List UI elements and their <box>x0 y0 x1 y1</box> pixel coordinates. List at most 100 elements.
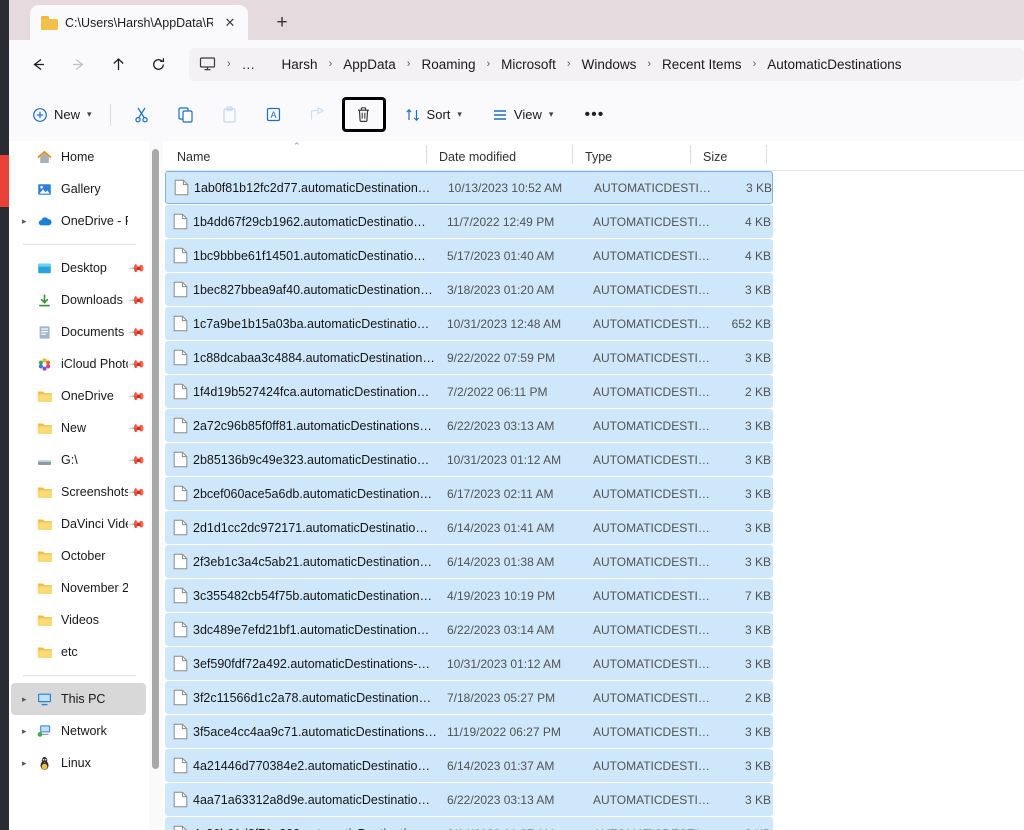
sidebar-item-screenshots[interactable]: ▸ Screenshots 📌 <box>11 476 146 508</box>
table-row[interactable]: 3ef590fdf72a492.automaticDestinations-…1… <box>165 647 773 680</box>
navigation-pane-scrollbar[interactable] <box>149 141 163 830</box>
sidebar-item-onedrive-folder[interactable]: ▸ OneDrive 📌 <box>11 380 146 412</box>
column-divider[interactable] <box>766 145 767 164</box>
column-header-date-modified[interactable]: Date modified <box>427 140 573 170</box>
pin-icon: 📌 <box>126 321 148 343</box>
chevron-right-icon[interactable]: ▸ <box>22 726 37 737</box>
back-button[interactable] <box>21 47 55 81</box>
breadcrumb-item-recent-items[interactable]: Recent Items <box>660 54 744 75</box>
pin-icon: 📌 <box>126 417 148 439</box>
sidebar-item-november-2023[interactable]: ▸ November 2023 <box>11 572 146 604</box>
table-row[interactable]: 2d1d1cc2dc972171.automaticDestinatio…6/1… <box>165 511 773 544</box>
column-header-type[interactable]: Type <box>573 140 691 170</box>
breadcrumb-item-automaticdestinations[interactable]: AutomaticDestinations <box>765 54 903 75</box>
table-row[interactable]: 4aa71a63312a8d9e.automaticDestinatio…6/2… <box>165 783 773 816</box>
sidebar-item-label: This PC <box>57 692 128 706</box>
breadcrumb-item-microsoft[interactable]: Microsoft <box>499 54 558 75</box>
table-row[interactable]: 3c355482cb54f75b.automaticDestination…4/… <box>165 579 773 612</box>
address-bar-breadcrumb[interactable]: › … Harsh › AppData › Roaming › Microsof… <box>189 48 1024 81</box>
refresh-button[interactable] <box>141 47 175 81</box>
chevron-right-icon[interactable]: ▸ <box>22 758 37 769</box>
table-row[interactable]: 2f3eb1c3a4c5ab21.automaticDestination…6/… <box>165 545 773 578</box>
table-row[interactable]: 1f4d19b527424fca.automaticDestination…7/… <box>165 375 773 408</box>
up-button[interactable] <box>101 47 135 81</box>
table-row[interactable]: 1bc9bbbe61f14501.automaticDestinatio…5/1… <box>165 239 773 272</box>
sidebar-item-downloads[interactable]: ▸ Downloads 📌 <box>11 284 146 316</box>
table-row[interactable]: 4a21446d770384e2.automaticDestinatio…6/1… <box>165 749 773 782</box>
file-icon <box>165 485 189 502</box>
file-icon <box>165 213 189 230</box>
table-row[interactable]: 3f5ace4cc4aa9c71.automaticDestinations…1… <box>165 715 773 748</box>
delete-button[interactable] <box>342 97 386 132</box>
sidebar-item-gallery[interactable]: ▸ Gallery <box>11 173 146 205</box>
table-row[interactable]: 1ab0f81b12fc2d77.automaticDestination…10… <box>165 171 773 204</box>
breadcrumb-item-appdata[interactable]: AppData <box>341 54 398 75</box>
table-row[interactable]: 1bec827bbea9af40.automaticDestination…3/… <box>165 273 773 306</box>
file-icon <box>165 281 189 298</box>
folder-icon <box>37 390 57 403</box>
file-date-cell: 6/22/2023 03:14 AM <box>447 623 593 637</box>
sidebar-item-documents[interactable]: ▸ Documents 📌 <box>11 316 146 348</box>
close-icon[interactable]: ✕ <box>220 13 240 33</box>
sidebar-item-label: New <box>57 421 128 435</box>
table-row[interactable]: 3f2c11566d1c2a78.automaticDestination…7/… <box>165 681 773 714</box>
sidebar-item-october[interactable]: ▸ October <box>11 540 146 572</box>
column-header-size[interactable]: Size <box>691 140 767 170</box>
table-row[interactable]: 1c88dcabaa3c4884.automaticDestination…9/… <box>165 341 773 374</box>
gallery-icon <box>37 182 57 197</box>
folder-icon <box>37 646 57 659</box>
desktop-background-strip <box>0 0 9 830</box>
chevron-right-icon[interactable]: ▸ <box>22 216 37 227</box>
file-icon <box>165 519 189 536</box>
copy-button[interactable] <box>166 98 206 131</box>
file-name-cell: 1bec827bbea9af40.automaticDestination… <box>189 283 447 297</box>
table-row[interactable]: 4c26b61d3f71a283.automaticDestination…6/… <box>165 817 773 830</box>
sidebar-item-network[interactable]: ▸ Network <box>11 715 146 747</box>
breadcrumb-separator: › <box>638 58 660 70</box>
sidebar-item-new[interactable]: ▸ New 📌 <box>11 412 146 444</box>
column-header-label: Size <box>691 150 727 164</box>
table-row[interactable]: 1c7a9be1b15a03ba.automaticDestinatio…10/… <box>165 307 773 340</box>
table-row[interactable]: 3dc489e7efd21bf1.automaticDestination…6/… <box>165 613 773 646</box>
breadcrumb-item-windows[interactable]: Windows <box>580 54 639 75</box>
sidebar-item-desktop[interactable]: ▸ Desktop 📌 <box>11 252 146 284</box>
sidebar-item-this-pc[interactable]: ▸ This PC <box>11 683 146 715</box>
sort-button[interactable]: Sort ▾ <box>396 98 471 131</box>
rename-button[interactable]: A <box>254 98 294 131</box>
linux-icon <box>37 756 57 771</box>
more-options-button[interactable]: ••• <box>576 98 612 131</box>
this-pc-icon[interactable] <box>199 56 216 72</box>
table-row[interactable]: 2b85136b9c49e323.automaticDestinatio…10/… <box>165 443 773 476</box>
file-size-cell: 4 KB <box>711 249 771 263</box>
table-row[interactable]: 2a72c96b85f0ff81.automaticDestinations…6… <box>165 409 773 442</box>
breadcrumb-overflow[interactable]: … <box>240 54 259 75</box>
new-button[interactable]: New ▾ <box>23 98 101 131</box>
breadcrumb-item-harsh[interactable]: Harsh <box>280 54 320 75</box>
breadcrumb-item-roaming[interactable]: Roaming <box>419 54 477 75</box>
chevron-right-icon[interactable]: ▸ <box>22 694 37 705</box>
sidebar-item-drive-g[interactable]: ▸ G:\ 📌 <box>11 444 146 476</box>
sidebar-item-icloud-photos[interactable]: ▸ iCloud Photo 📌 <box>11 348 146 380</box>
explorer-tab[interactable]: C:\Users\Harsh\AppData\Roar ✕ <box>30 5 248 40</box>
paste-button[interactable] <box>210 98 250 131</box>
sidebar-item-linux[interactable]: ▸ Linux <box>11 747 146 779</box>
share-button[interactable] <box>298 98 338 131</box>
forward-button[interactable] <box>61 47 95 81</box>
scrollbar-thumb[interactable] <box>152 149 159 769</box>
file-size-cell: 3 KB <box>711 793 771 807</box>
sidebar-item-etc[interactable]: ▸ etc <box>11 636 146 668</box>
sidebar-item-label: Desktop <box>57 261 128 275</box>
sidebar-item-home[interactable]: ▸ Home <box>11 141 146 173</box>
sidebar-item-davinci-video[interactable]: ▸ DaVinci Vide 📌 <box>11 508 146 540</box>
view-button[interactable]: View ▾ <box>483 98 562 131</box>
new-tab-button[interactable]: + <box>267 9 297 35</box>
documents-icon <box>37 325 57 340</box>
file-date-cell: 4/19/2023 10:19 PM <box>447 589 593 603</box>
table-row[interactable]: 2bcef060ace5a6db.automaticDestination…6/… <box>165 477 773 510</box>
sidebar-item-onedrive-personal[interactable]: ▸ OneDrive - Perso <box>11 205 146 237</box>
sidebar-item-videos[interactable]: ▸ Videos <box>11 604 146 636</box>
table-row[interactable]: 1b4dd67f29cb1962.automaticDestinatio…11/… <box>165 205 773 238</box>
column-header-name[interactable]: ⌃ Name <box>165 140 427 170</box>
breadcrumb-separator: › <box>218 58 240 70</box>
cut-button[interactable] <box>122 98 162 131</box>
